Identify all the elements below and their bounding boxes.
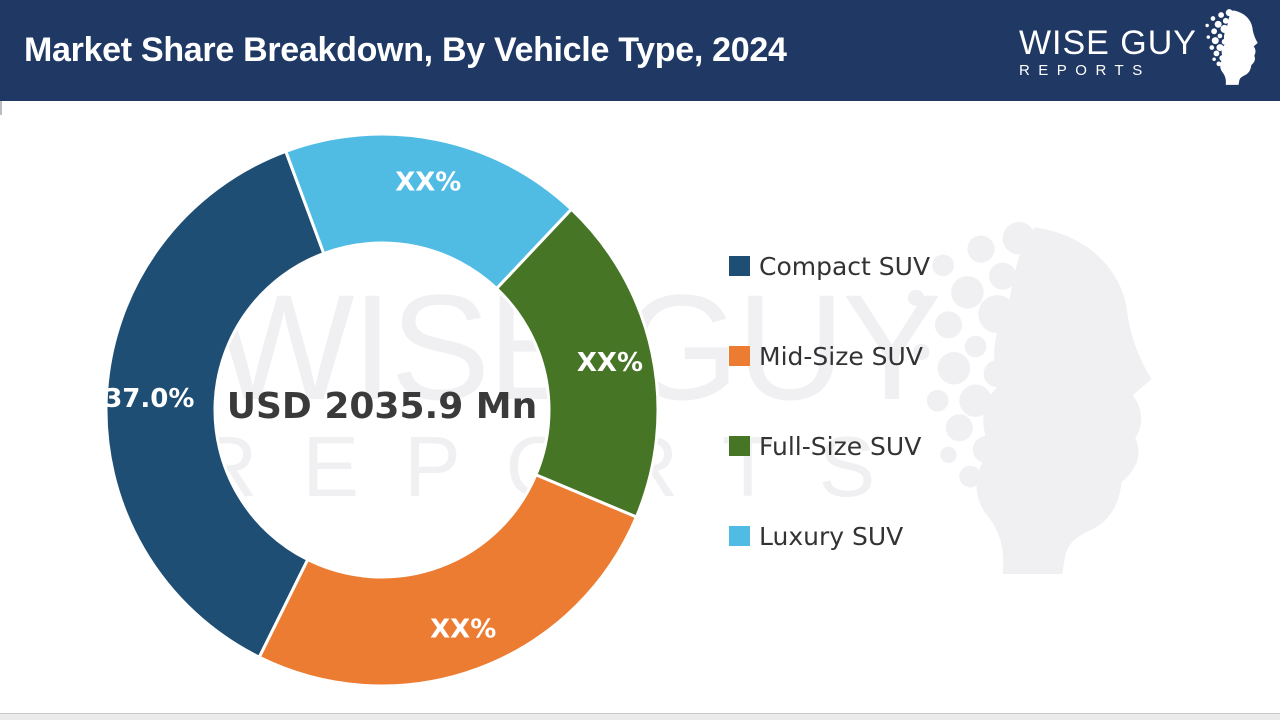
slice-label-compact-suv: 37.0%	[104, 384, 194, 414]
legend-item-full-size-suv: Full-Size SUV	[729, 431, 930, 461]
chart-legend: Compact SUV Mid-Size SUV Full-Size SUV Luxu…	[729, 252, 930, 612]
footer-strip	[0, 713, 1280, 720]
brand-name: WISE GUY	[1018, 24, 1197, 62]
legend-label-full-size-suv: Full-Size SUV	[759, 431, 922, 461]
legend-swatch-compact-suv	[729, 256, 750, 276]
brand-head-icon	[1205, 9, 1258, 85]
legend-item-luxury-suv: Luxury SUV	[729, 521, 930, 551]
header-bar: Market Share Breakdown, By Vehicle Type,…	[0, 0, 1280, 101]
legend-label-mid-size-suv: Mid-Size SUV	[759, 341, 923, 371]
legend-swatch-luxury-suv	[729, 526, 750, 546]
legend-item-mid-size-suv: Mid-Size SUV	[729, 341, 930, 371]
slice-label-luxury-suv: XX%	[395, 168, 461, 198]
legend-label-luxury-suv: Luxury SUV	[759, 521, 904, 551]
page-title: Market Share Breakdown, By Vehicle Type,…	[24, 31, 787, 69]
legend-item-compact-suv: Compact SUV	[729, 251, 931, 281]
donut-center-value: USD 2035.9 Mn	[226, 386, 538, 427]
legend-swatch-mid-size-suv	[729, 346, 750, 366]
left-edge-tick	[0, 101, 2, 115]
slice-label-mid-size-suv: XX%	[430, 614, 496, 644]
slice-label-full-size-suv: XX%	[577, 348, 643, 378]
legend-label-compact-suv: Compact SUV	[759, 251, 931, 281]
legend-swatch-full-size-suv	[729, 436, 750, 456]
brand-logo: WISE GUY REPORTS	[1019, 8, 1263, 86]
brand-subtitle: REPORTS	[1018, 62, 1151, 79]
donut-slice-mid-size-suv	[257, 472, 639, 688]
